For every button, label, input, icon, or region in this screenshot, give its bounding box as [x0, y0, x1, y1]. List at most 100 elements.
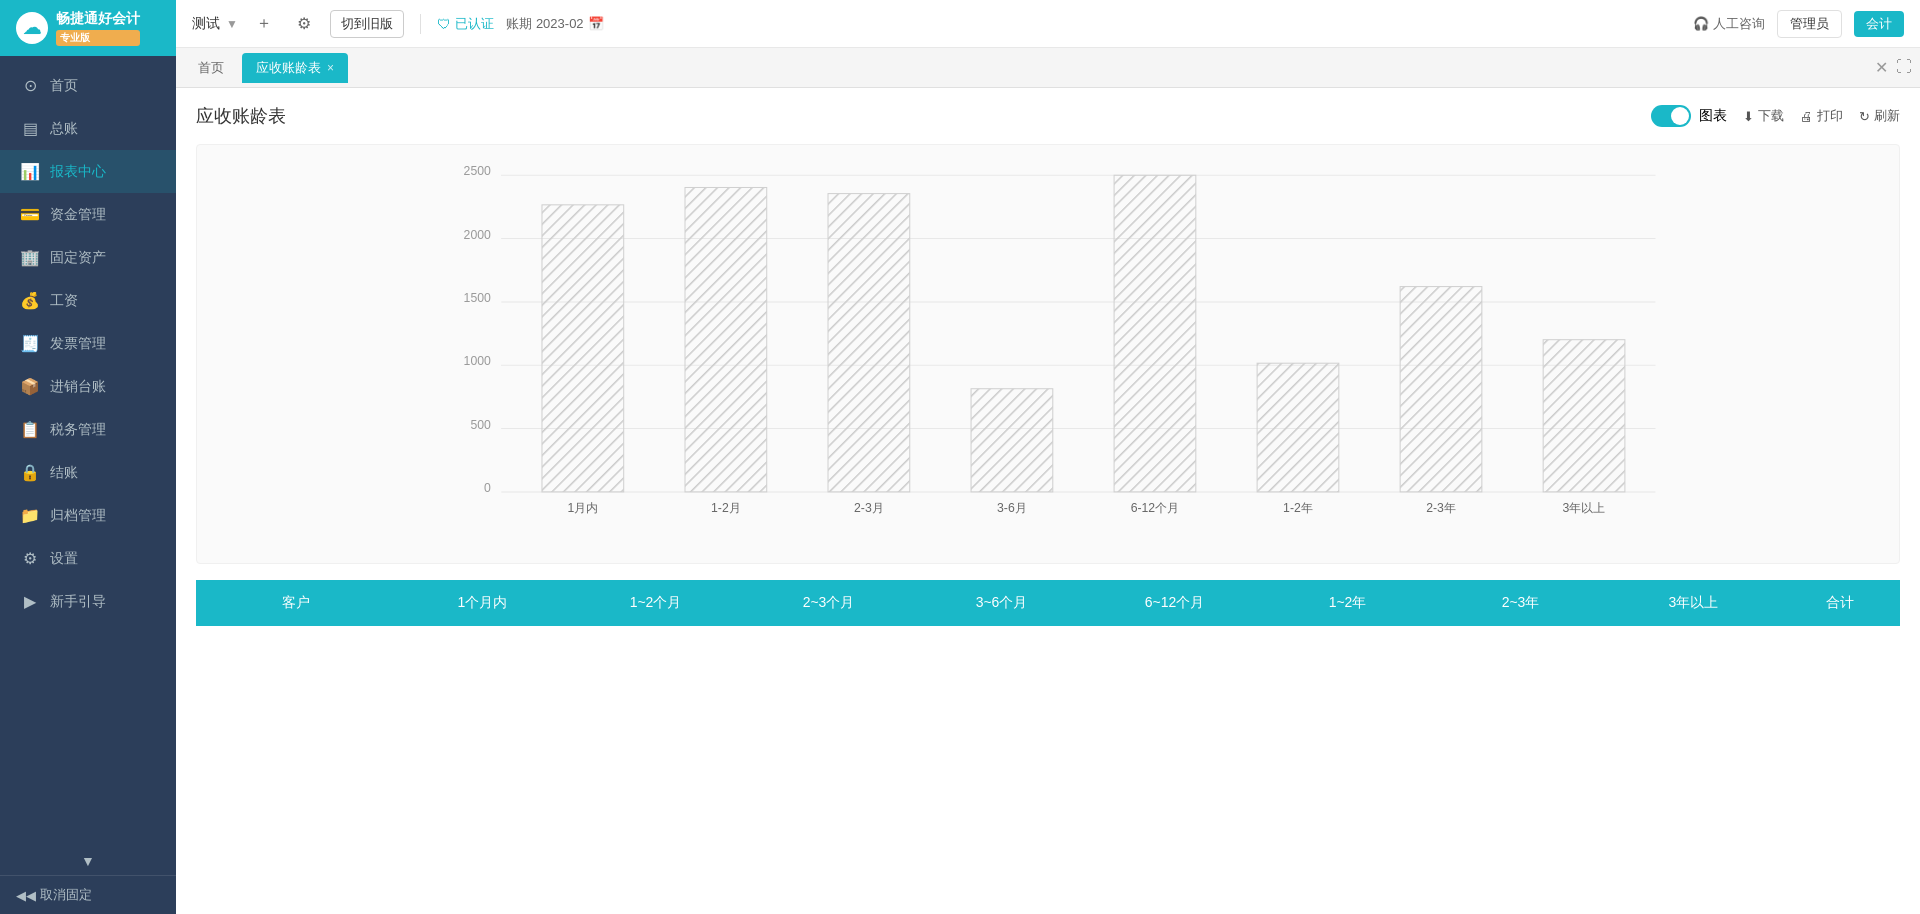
sidebar-nav: ⊙ 首页 ▤ 总账 📊 报表中心 💳 资金管理 🏢 固定资产 💰 工资 — [0, 56, 176, 847]
sidebar: ☁ 畅捷通好会计 专业版 ⊙ 首页 ▤ 总账 📊 报表中心 💳 资金管理 🏢 — [0, 0, 176, 914]
col-header-1y: 1~2年 — [1261, 580, 1434, 626]
invoice-icon: 🧾 — [20, 334, 40, 353]
svg-text:2-3月: 2-3月 — [854, 501, 884, 515]
col-header-total: 合计 — [1780, 580, 1900, 626]
shield-icon: 🛡 — [437, 16, 451, 32]
sidebar-item-label: 设置 — [50, 550, 78, 568]
sidebar-item-label: 工资 — [50, 292, 78, 310]
sidebar-item-label: 归档管理 — [50, 507, 106, 525]
settings-button[interactable]: ⚙ — [290, 10, 318, 38]
cancel-fixed-label: 取消固定 — [40, 886, 92, 904]
svg-text:1-2月: 1-2月 — [711, 501, 741, 515]
chart-toggle: 图表 — [1651, 105, 1727, 127]
sidebar-item-label: 总账 — [50, 120, 78, 138]
svg-text:6-12个月: 6-12个月 — [1131, 501, 1180, 515]
col-header-12m: 6~12个月 — [1088, 580, 1261, 626]
sidebar-item-guide[interactable]: ▶ 新手引导 — [0, 580, 176, 623]
tab-label: 应收账龄表 — [256, 59, 321, 77]
refresh-label: 刷新 — [1874, 107, 1900, 125]
company-name: 测试 — [192, 15, 220, 33]
svg-rect-16 — [1114, 175, 1196, 492]
add-button[interactable]: ＋ — [250, 10, 278, 38]
svg-text:1500: 1500 — [464, 291, 491, 305]
sidebar-item-salary[interactable]: 💰 工资 — [0, 279, 176, 322]
cancel-fixed-button[interactable]: ◀◀ 取消固定 — [0, 875, 176, 914]
sidebar-item-label: 发票管理 — [50, 335, 106, 353]
sidebar-item-asset[interactable]: 🏢 固定资产 — [0, 236, 176, 279]
page-header: 应收账龄表 图表 ⬇ 下载 🖨 打印 — [196, 104, 1900, 128]
sidebar-item-settings[interactable]: ⚙ 设置 — [0, 537, 176, 580]
svg-text:1-2年: 1-2年 — [1283, 501, 1313, 515]
sidebar-item-invoice[interactable]: 🧾 发票管理 — [0, 322, 176, 365]
sidebar-item-fund[interactable]: 💳 资金管理 — [0, 193, 176, 236]
tab-accounts-receivable[interactable]: 应收账龄表 × — [242, 53, 348, 83]
plus-icon: ＋ — [256, 13, 272, 34]
consult-button[interactable]: 🎧 人工咨询 — [1693, 15, 1765, 33]
col-header-2m: 1~2个月 — [569, 580, 742, 626]
sidebar-item-archive[interactable]: 📁 归档管理 — [0, 494, 176, 537]
tab-close-icon[interactable]: × — [327, 61, 334, 75]
refresh-button[interactable]: ↻ 刷新 — [1859, 107, 1900, 125]
sidebar-item-ledger[interactable]: ▤ 总账 — [0, 107, 176, 150]
logo-text: 畅捷通好会计 — [56, 10, 140, 28]
tabs-actions: ✕ ⛶ — [1875, 58, 1912, 77]
svg-text:3年以上: 3年以上 — [1563, 501, 1606, 515]
divider-1 — [420, 14, 421, 34]
sidebar-item-label: 首页 — [50, 77, 78, 95]
svg-text:2000: 2000 — [464, 228, 491, 242]
home-icon: ⊙ — [20, 76, 40, 95]
table-header: 客户 1个月内 1~2个月 2~3个月 3~6个月 6~12个月 1~2年 2~… — [196, 580, 1900, 626]
download-button[interactable]: ⬇ 下载 — [1743, 107, 1784, 125]
fund-icon: 💳 — [20, 205, 40, 224]
sidebar-item-inventory[interactable]: 📦 进销台账 — [0, 365, 176, 408]
svg-rect-13 — [685, 187, 767, 491]
tabs-bar: 首页 应收账龄表 × ✕ ⛶ — [176, 48, 1920, 88]
sidebar-item-tax[interactable]: 📋 税务管理 — [0, 408, 176, 451]
svg-text:1月内: 1月内 — [567, 501, 598, 515]
chart-toggle-switch[interactable] — [1651, 105, 1691, 127]
calendar-icon[interactable]: 📅 — [588, 16, 604, 31]
svg-rect-19 — [1543, 340, 1625, 492]
page-title: 应收账龄表 — [196, 104, 286, 128]
tab-home[interactable]: 首页 — [184, 53, 238, 83]
sidebar-item-label: 结账 — [50, 464, 78, 482]
col-header-3m: 2~3个月 — [742, 580, 915, 626]
tax-icon: 📋 — [20, 420, 40, 439]
sidebar-item-home[interactable]: ⊙ 首页 — [0, 64, 176, 107]
col-header-3y: 3年以上 — [1607, 580, 1780, 626]
sidebar-item-close-account[interactable]: 🔒 结账 — [0, 451, 176, 494]
col-header-1m: 1个月内 — [396, 580, 569, 626]
bar-chart: 0 500 1000 1500 2000 2500 — [247, 165, 1879, 543]
pro-badge: 专业版 — [56, 30, 140, 46]
expand-tab-action[interactable]: ⛶ — [1896, 58, 1912, 77]
close-tab-action[interactable]: ✕ — [1875, 58, 1888, 77]
dropdown-icon: ▼ — [226, 17, 238, 31]
switch-version-button[interactable]: 切到旧版 — [330, 10, 404, 38]
print-button[interactable]: 🖨 打印 — [1800, 107, 1843, 125]
page-actions: 图表 ⬇ 下载 🖨 打印 ↻ 刷新 — [1651, 105, 1900, 127]
sidebar-item-report[interactable]: 📊 报表中心 — [0, 150, 176, 193]
page-content: 应收账龄表 图表 ⬇ 下载 🖨 打印 — [176, 88, 1920, 914]
user-button[interactable]: 管理员 — [1777, 10, 1842, 38]
chart-toggle-label: 图表 — [1699, 107, 1727, 125]
inventory-icon: 📦 — [20, 377, 40, 396]
period-info: 账期 2023-02 📅 — [506, 15, 604, 33]
col-header-customer: 客户 — [196, 580, 396, 626]
user-label: 管理员 — [1790, 16, 1829, 31]
period-label: 账期 — [506, 15, 532, 33]
company-selector[interactable]: 测试 ▼ — [192, 15, 238, 33]
asset-icon: 🏢 — [20, 248, 40, 267]
print-label: 打印 — [1817, 107, 1843, 125]
svg-rect-15 — [971, 389, 1053, 492]
svg-text:1000: 1000 — [464, 354, 491, 368]
sidebar-item-label: 新手引导 — [50, 593, 106, 611]
sidebar-item-label: 报表中心 — [50, 163, 106, 181]
svg-rect-18 — [1400, 287, 1482, 492]
role-button[interactable]: 会计 — [1854, 11, 1904, 37]
sidebar-item-label: 固定资产 — [50, 249, 106, 267]
download-label: 下载 — [1758, 107, 1784, 125]
svg-text:2-3年: 2-3年 — [1426, 501, 1456, 515]
switch-version-label: 切到旧版 — [341, 16, 393, 31]
scroll-indicator: ▼ — [0, 847, 176, 875]
col-header-2y: 2~3年 — [1434, 580, 1607, 626]
